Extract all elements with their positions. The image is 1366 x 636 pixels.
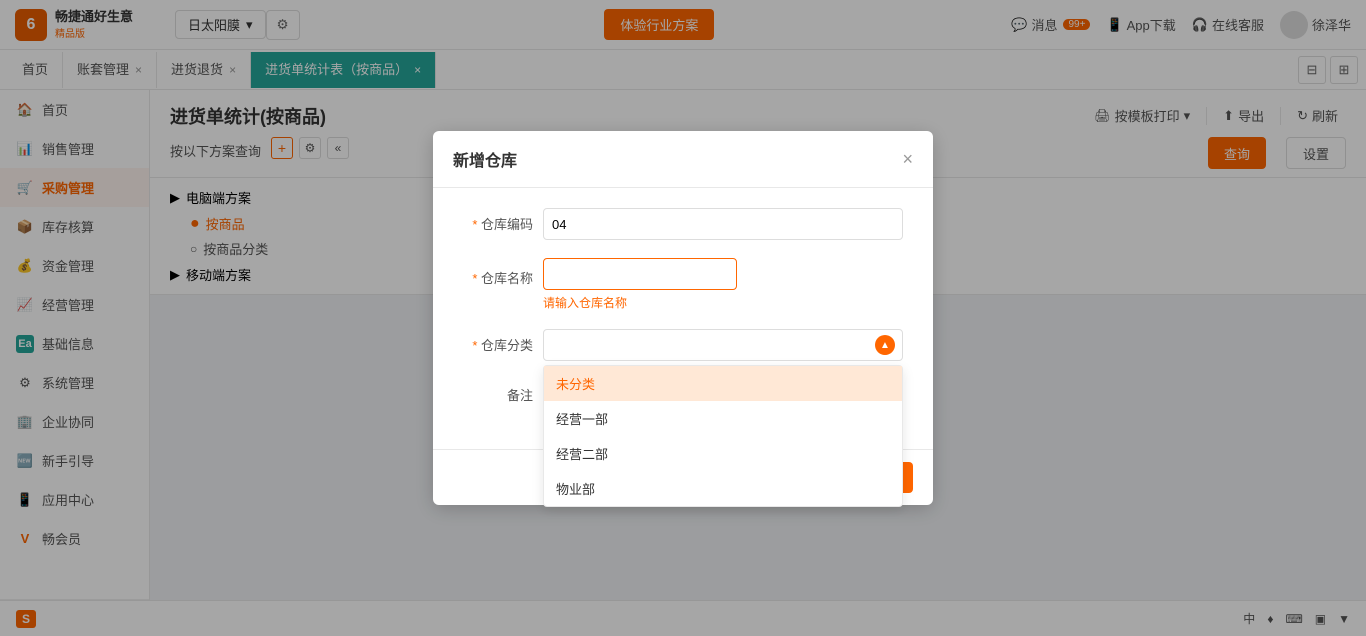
dropdown-item-ops1[interactable]: 经营一部	[544, 401, 902, 436]
warehouse-name-input[interactable]	[543, 258, 737, 290]
modal-close-button[interactable]: ×	[902, 149, 913, 170]
category-wrap: ▲ 未分类 经营一部 经营二部 物业部	[543, 329, 903, 361]
form-row-code: 仓库编码	[463, 208, 903, 240]
form-row-category: 仓库分类 ▲ 未分类 经营一部 经营二部 物业部	[463, 329, 903, 361]
category-arrow-btn[interactable]: ▲	[875, 335, 895, 355]
name-error-msg: 请输入仓库名称	[543, 294, 627, 311]
new-warehouse-modal: 新增仓库 × 仓库编码 仓库名称 请输入仓库名称 仓库分类	[433, 131, 933, 505]
name-label: 仓库名称	[463, 262, 543, 287]
code-label: 仓库编码	[463, 208, 543, 233]
category-dropdown: 未分类 经营一部 经营二部 物业部	[543, 365, 903, 507]
dropdown-item-uncategorized[interactable]: 未分类	[544, 366, 902, 401]
modal-overlay[interactable]: 新增仓库 × 仓库编码 仓库名称 请输入仓库名称 仓库分类	[0, 0, 1366, 636]
modal-body: 仓库编码 仓库名称 请输入仓库名称 仓库分类 ▲	[433, 188, 933, 449]
dropdown-item-ops2[interactable]: 经营二部	[544, 436, 902, 471]
name-error-wrap: 请输入仓库名称	[463, 290, 627, 311]
modal-header: 新增仓库 ×	[433, 131, 933, 188]
form-row-name-inner: 仓库名称	[463, 258, 737, 290]
category-input[interactable]	[543, 329, 903, 361]
modal-title: 新增仓库	[453, 147, 517, 171]
remark-label: 备注	[463, 379, 543, 404]
category-label: 仓库分类	[463, 329, 543, 354]
warehouse-code-input[interactable]	[543, 208, 903, 240]
dropdown-item-property[interactable]: 物业部	[544, 471, 902, 506]
form-row-name: 仓库名称 请输入仓库名称	[463, 258, 903, 311]
